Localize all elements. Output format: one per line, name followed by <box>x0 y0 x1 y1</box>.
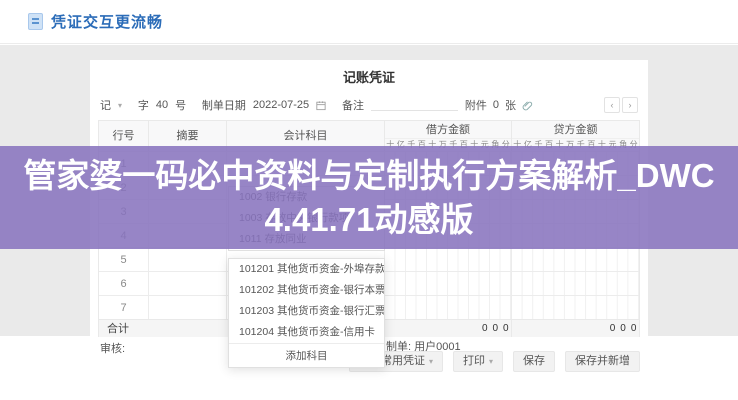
total-digit <box>554 320 565 337</box>
total-digit <box>597 320 608 337</box>
total-digit: 0 <box>481 323 488 334</box>
credit-cell[interactable] <box>512 248 639 271</box>
total-digit: 0 <box>609 323 616 334</box>
print-label: 打印 <box>462 355 485 367</box>
total-digit <box>469 320 480 337</box>
credit-cell[interactable] <box>512 296 639 319</box>
total-digit <box>406 320 417 337</box>
total-digit <box>385 320 396 337</box>
chevron-down-icon[interactable]: ▾ <box>118 101 122 110</box>
row-no-cell: 6 <box>99 272 149 295</box>
credit-label: 贷方金额 <box>553 124 598 136</box>
account-option[interactable]: 101203 其他货币资金-银行汇票 <box>229 301 384 322</box>
watermark-line2: 4.41.71动感版 <box>264 200 474 238</box>
row-no-cell: 7 <box>99 296 149 319</box>
action-bar: 引入常用凭证 ▾ 打印 ▾ 保存 保存并新增 <box>348 351 640 372</box>
voucher-doc-icon <box>28 13 43 30</box>
debit-label: 借方金额 <box>426 124 470 136</box>
calendar-icon[interactable] <box>316 100 326 111</box>
save-and-new-button[interactable]: 保存并新增 <box>565 351 640 372</box>
chevron-down-icon: ▾ <box>488 357 493 366</box>
total-digit <box>523 320 534 337</box>
voucher-toolbar: 记 ▾ 字 40 号 制单日期 2022-07-25 备注 附件 0 张 ‹ › <box>90 92 648 118</box>
attachment-group: 附件 0 张 <box>465 97 533 113</box>
total-digit: 0 <box>492 323 499 334</box>
number-suffix-label: 号 <box>175 100 187 112</box>
chevron-down-icon: ▾ <box>428 357 433 366</box>
total-digit <box>565 320 576 337</box>
page: 凭证交互更流畅 记账凭证 记 ▾ 字 40 号 制单日期 2022-07-25 … <box>0 0 738 400</box>
total-digit <box>575 320 586 337</box>
app-title: 凭证交互更流畅 <box>51 14 164 31</box>
date-label: 制单日期 <box>201 100 246 112</box>
total-digit <box>438 320 449 337</box>
save-button[interactable]: 保存 <box>513 351 555 372</box>
attachment-label: 附件 <box>464 100 487 112</box>
total-credit: 0 0 0 <box>512 320 639 337</box>
print-button[interactable]: 打印 ▾ <box>452 351 503 372</box>
date-input[interactable]: 2022-07-25 <box>253 99 309 111</box>
total-digit <box>417 320 428 337</box>
summary-cell[interactable] <box>149 248 227 271</box>
total-digit <box>512 320 523 337</box>
voucher-pager: ‹ › <box>604 97 639 113</box>
audit-label: 审核: <box>100 343 126 355</box>
total-digit <box>396 320 407 337</box>
next-voucher-button[interactable]: › <box>622 97 639 113</box>
watermark-banner: 管家婆一码必中资料与定制执行方案解析_DWC 4.41.71动感版 <box>0 146 738 249</box>
remark-label: 备注 <box>341 100 364 112</box>
account-option[interactable]: 101201 其他货币资金-外埠存款 <box>229 259 384 280</box>
word-suffix-label: 字 <box>137 100 149 112</box>
total-digit <box>544 320 555 337</box>
voucher-title: 记账凭证 <box>342 70 395 85</box>
account-option[interactable]: 101204 其他货币资金-信用卡 <box>229 322 384 343</box>
credit-cell[interactable] <box>512 272 639 295</box>
attachment-count: 0 <box>492 99 500 111</box>
total-digit <box>586 320 597 337</box>
total-digit <box>459 320 470 337</box>
row-no-cell: 5 <box>99 248 149 271</box>
top-bar: 凭证交互更流畅 <box>0 0 738 44</box>
summary-cell[interactable] <box>149 272 227 295</box>
voucher-number-input[interactable]: 40 <box>156 99 168 111</box>
save-label: 保存 <box>523 355 545 367</box>
remark-input[interactable] <box>370 99 458 111</box>
total-debit: 0 0 0 <box>385 320 512 337</box>
attachment-unit-label: 张 <box>505 100 517 112</box>
total-digit: 0 <box>620 323 626 334</box>
total-digit: 0 <box>502 323 509 334</box>
debit-cell[interactable] <box>385 296 512 319</box>
debit-cell[interactable] <box>385 248 512 271</box>
watermark-line1: 管家婆一码必中资料与定制执行方案解析_DWC <box>23 156 715 194</box>
account-option[interactable]: 101202 其他货币资金-银行本票 <box>229 280 384 301</box>
prev-voucher-button[interactable]: ‹ <box>604 97 621 113</box>
add-account-button[interactable]: 添加科目 <box>229 343 384 367</box>
save-and-new-label: 保存并新增 <box>575 355 630 367</box>
total-digit: 0 <box>630 323 637 334</box>
summary-cell[interactable] <box>149 296 227 319</box>
total-digit <box>533 320 544 337</box>
debit-cell[interactable] <box>385 272 512 295</box>
account-dropdown: 101201 其他货币资金-外埠存款 101202 其他货币资金-银行本票 10… <box>228 258 385 368</box>
voucher-word-select[interactable]: 记 <box>100 97 111 113</box>
total-digit <box>427 320 438 337</box>
paperclip-icon[interactable] <box>522 100 533 111</box>
total-digit <box>448 320 459 337</box>
